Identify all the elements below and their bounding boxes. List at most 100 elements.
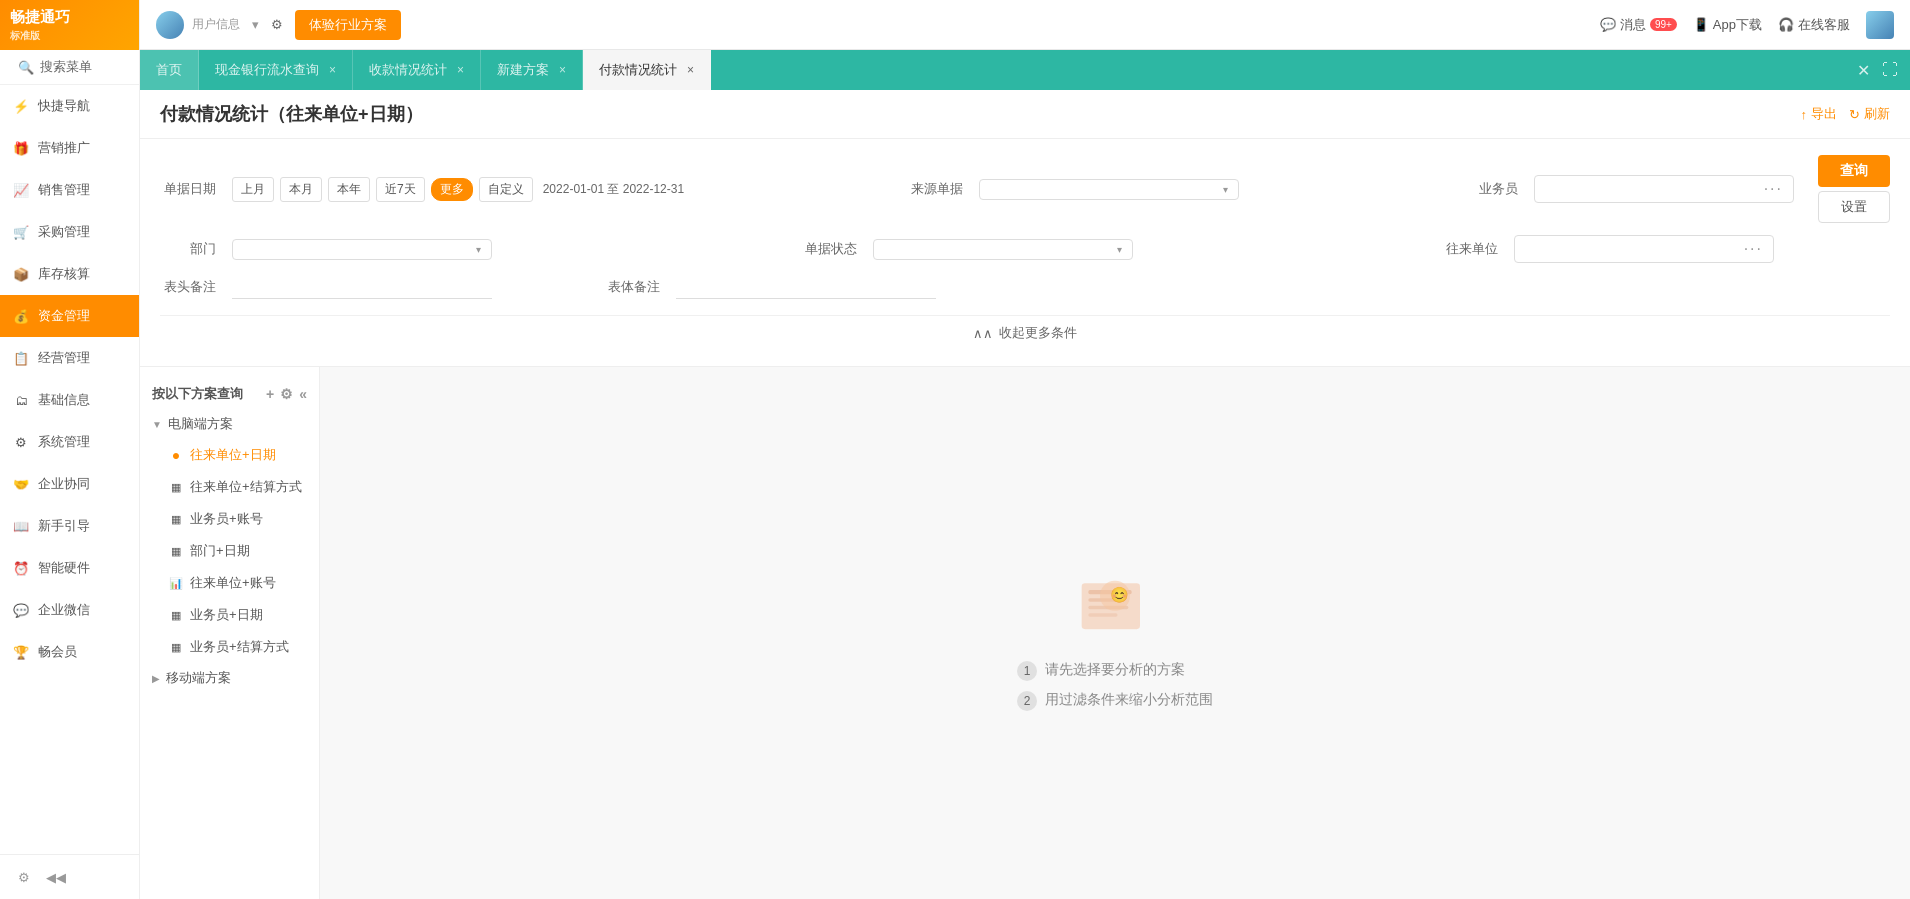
plan-item-partner-settle[interactable]: ▦ 往来单位+结算方式 (140, 471, 319, 503)
plan-item-dept-date[interactable]: ▦ 部门+日期 (140, 535, 319, 567)
tab-home-label: 首页 (156, 61, 182, 79)
refresh-btn[interactable]: ↻ 刷新 (1849, 105, 1890, 123)
status-select[interactable]: ▾ (873, 239, 1133, 260)
settings-bottom-icon[interactable]: ⚙ (12, 865, 36, 889)
header-note-input[interactable] (232, 275, 492, 299)
plan-chart-icon: 📊 (168, 575, 184, 591)
sidebar-item-basic-info[interactable]: 🗂 基础信息 (0, 379, 139, 421)
settings-plan-icon[interactable]: ⚙ (280, 386, 293, 402)
partner-dots-icon[interactable]: ··· (1744, 240, 1763, 258)
nav-label: 智能硬件 (38, 559, 90, 577)
settings-small-button[interactable]: 设置 (1818, 191, 1890, 223)
export-btn[interactable]: ↑ 导出 (1801, 105, 1838, 123)
plan-item-partner-account[interactable]: 📊 往来单位+账号 (140, 567, 319, 599)
body-note-input[interactable] (676, 275, 936, 299)
weixin-icon: 💬 (12, 601, 30, 619)
sidebar-bottom: ⚙ ◀◀ (0, 854, 139, 899)
trial-button[interactable]: 体验行业方案 (295, 10, 401, 40)
source-select[interactable]: ▾ (979, 179, 1239, 200)
marketing-icon: 🎁 (12, 139, 30, 157)
tab-new-plan-close[interactable]: × (559, 63, 566, 77)
app-download-btn[interactable]: 📱 App下载 (1693, 16, 1762, 34)
page-content: 付款情况统计（往来单位+日期） ↑ 导出 ↻ 刷新 单据日期 上月 本月 (140, 90, 1910, 899)
empty-tip-1: 1 请先选择要分析的方案 (1017, 661, 1213, 681)
sidebar-item-sales[interactable]: 📈 销售管理 (0, 169, 139, 211)
plan-label: 往来单位+账号 (190, 574, 276, 592)
search-menu[interactable]: 🔍 搜索菜单 (0, 50, 139, 85)
sidebar-item-system[interactable]: ⚙ 系统管理 (0, 421, 139, 463)
tab-maximize-icon[interactable]: ⛶ (1882, 61, 1898, 79)
date-range: 2022-01-01 至 2022-12-31 (543, 181, 684, 198)
svg-text:😊: 😊 (1110, 586, 1129, 604)
tab-receipt-stats[interactable]: 收款情况统计 × (353, 50, 481, 90)
tab-home[interactable]: 首页 (140, 50, 199, 90)
tab-payment-stats[interactable]: 付款情况统计 × (583, 50, 711, 90)
sidebar-item-weixin[interactable]: 💬 企业微信 (0, 589, 139, 631)
tab-receipt-stats-label: 收款情况统计 (369, 61, 447, 79)
date-btn-7days[interactable]: 近7天 (376, 177, 425, 202)
nav-label: 企业协同 (38, 475, 90, 493)
tab-bank-flow-close[interactable]: × (329, 63, 336, 77)
plan-item-agent-settle[interactable]: ▦ 业务员+结算方式 (140, 631, 319, 663)
enterprise-icon: 🤝 (12, 475, 30, 493)
sidebar-item-marketing[interactable]: 🎁 营销推广 (0, 127, 139, 169)
operation-icon: 📋 (12, 349, 30, 367)
date-btn-last-month[interactable]: 上月 (232, 177, 274, 202)
tab-bar: 首页 现金银行流水查询 × 收款情况统计 × 新建方案 × 付款情况统计 × ✕… (140, 50, 1910, 90)
date-label: 单据日期 (160, 180, 216, 198)
sidebar-item-quick-nav[interactable]: ⚡ 快捷导航 (0, 85, 139, 127)
tab-close-all-icon[interactable]: ✕ (1857, 61, 1870, 80)
collapse-sidebar-icon[interactable]: ◀◀ (44, 865, 68, 889)
empty-illustration: 😊 (1065, 555, 1165, 645)
sidebar-item-capital[interactable]: 💰 资金管理 (0, 295, 139, 337)
sidebar-item-guide[interactable]: 📖 新手引导 (0, 505, 139, 547)
nav-label: 经营管理 (38, 349, 90, 367)
empty-tips: 1 请先选择要分析的方案 2 用过滤条件来缩小分析范围 (1017, 661, 1213, 711)
download-icon: 📱 (1693, 17, 1709, 32)
tab-payment-stats-close[interactable]: × (687, 63, 694, 77)
sidebar-item-member[interactable]: 🏆 畅会员 (0, 631, 139, 673)
sidebar-item-purchase[interactable]: 🛒 采购管理 (0, 211, 139, 253)
tab-bank-flow[interactable]: 现金银行流水查询 × (199, 50, 353, 90)
plan-category-pc[interactable]: ▼ 电脑端方案 (140, 409, 319, 439)
online-service-btn[interactable]: 🎧 在线客服 (1778, 16, 1850, 34)
tab-receipt-stats-close[interactable]: × (457, 63, 464, 77)
user-dropdown-icon[interactable]: ▾ (252, 17, 259, 32)
app-download-label: App下载 (1713, 16, 1762, 34)
query-button[interactable]: 查询 (1818, 155, 1890, 187)
plan-category-mobile[interactable]: ▶ 移动端方案 (140, 663, 319, 693)
plan-label: 业务员+结算方式 (190, 638, 289, 656)
main-area: 用户信息 ▾ ⚙ 体验行业方案 💬 消息 99+ 📱 App下载 🎧 在线客服 … (140, 0, 1910, 899)
plan-label: 业务员+日期 (190, 606, 263, 624)
sidebar-item-enterprise[interactable]: 🤝 企业协同 (0, 463, 139, 505)
date-btn-this-month[interactable]: 本月 (280, 177, 322, 202)
collapse-panel-icon[interactable]: « (299, 386, 307, 402)
date-btn-more[interactable]: 更多 (431, 178, 473, 201)
partner-select[interactable]: ··· (1514, 235, 1774, 263)
plan-label: 业务员+账号 (190, 510, 263, 528)
date-btn-this-year[interactable]: 本年 (328, 177, 370, 202)
settings-gear-icon[interactable]: ⚙ (271, 17, 283, 32)
plan-item-partner-date[interactable]: ● 往来单位+日期 (140, 439, 319, 471)
filter-row-1: 单据日期 上月 本月 本年 近7天 更多 自定义 2022-01-01 至 20… (160, 155, 1890, 223)
plan-item-agent-account[interactable]: ▦ 业务员+账号 (140, 503, 319, 535)
dept-select[interactable]: ▾ (232, 239, 492, 260)
plan-item-agent-date[interactable]: ▦ 业务员+日期 (140, 599, 319, 631)
sidebar-item-inventory[interactable]: 📦 库存核算 (0, 253, 139, 295)
svg-rect-4 (1088, 613, 1117, 616)
collapse-btn[interactable]: ∧∧ 收起更多条件 (160, 315, 1890, 350)
refresh-label: 刷新 (1864, 105, 1890, 123)
status-label: 单据状态 (801, 240, 857, 258)
right-content: 😊 1 请先选择要分析的方案 2 用过滤条件来缩小分析范围 (320, 367, 1910, 899)
sidebar-item-operation[interactable]: 📋 经营管理 (0, 337, 139, 379)
tab-new-plan[interactable]: 新建方案 × (481, 50, 583, 90)
message-btn[interactable]: 💬 消息 99+ (1600, 16, 1677, 34)
plan-table-icon-2: ▦ (168, 511, 184, 527)
page-title: 付款情况统计（往来单位+日期） (160, 102, 423, 126)
mobile-category-arrow: ▶ (152, 673, 160, 684)
date-btn-custom[interactable]: 自定义 (479, 177, 533, 202)
agent-dots-icon[interactable]: ··· (1764, 180, 1783, 198)
sidebar-item-smart-hw[interactable]: ⏰ 智能硬件 (0, 547, 139, 589)
agent-select[interactable]: ··· (1534, 175, 1794, 203)
add-plan-icon[interactable]: + (266, 386, 274, 402)
